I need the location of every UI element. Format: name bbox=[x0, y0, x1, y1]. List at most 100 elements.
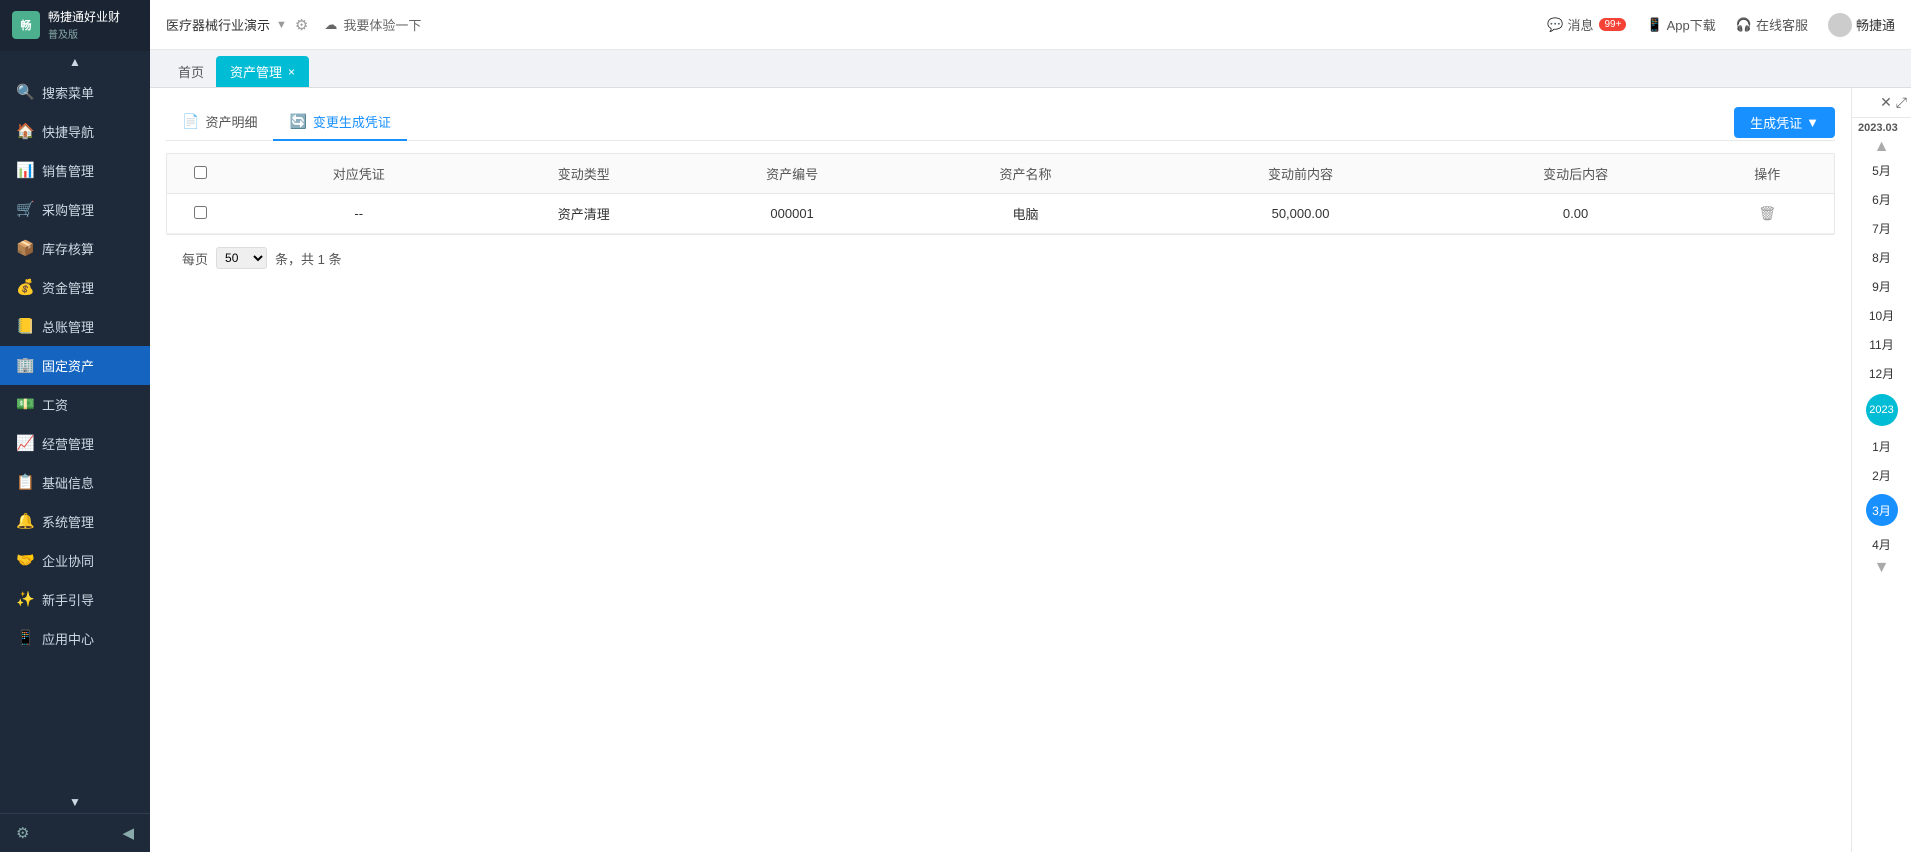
sidebar-item-cooperation[interactable]: 🤝 企业协同 bbox=[0, 541, 150, 580]
date-item-12[interactable]: 12月 bbox=[1852, 359, 1911, 388]
row-type: 资产清理 bbox=[484, 194, 684, 234]
main-area: 医疗器械行业演示 ▼ ⚙ ☁ 我要体验一下 💬 消息 99+ 📱 App下载 🎧… bbox=[150, 0, 1911, 852]
refresh-icon: 🔄 bbox=[289, 113, 306, 130]
date-item-9[interactable]: 9月 bbox=[1852, 272, 1911, 301]
table-header-before: 变动前内容 bbox=[1151, 154, 1451, 194]
table-header-type: 变动类型 bbox=[484, 154, 684, 194]
sidebar-item-salary[interactable]: 💵 工资 bbox=[0, 385, 150, 424]
sidebar-scroll-down[interactable]: ▼ bbox=[0, 791, 150, 813]
sidebar-item-sales[interactable]: 📊 销售管理 bbox=[0, 151, 150, 190]
date-item-5[interactable]: 5月 bbox=[1852, 156, 1911, 185]
sidebar-item-purchase[interactable]: 🛒 采购管理 bbox=[0, 190, 150, 229]
message-button[interactable]: 💬 消息 99+ bbox=[1547, 15, 1626, 34]
subtab-label: 资产明细 bbox=[205, 112, 257, 131]
right-panel-header: ✕ ⤢ bbox=[1852, 88, 1911, 118]
date-scroll-down[interactable]: ▼ bbox=[1852, 559, 1911, 577]
logo-subtitle: 普及版 bbox=[48, 26, 120, 41]
sidebar-item-label: 销售管理 bbox=[42, 161, 94, 180]
table-header-voucher: 对应凭证 bbox=[234, 154, 484, 194]
sidebar-item-label: 库存核算 bbox=[42, 239, 94, 258]
message-label: 消息 bbox=[1567, 15, 1593, 34]
sidebar-item-fixed-asset[interactable]: 🏢 固定资产 bbox=[0, 346, 150, 385]
headset-icon: 🎧 bbox=[1736, 17, 1752, 33]
generate-voucher-button[interactable]: 生成凭证 ▼ bbox=[1734, 107, 1835, 138]
user-info[interactable]: 畅捷通 bbox=[1828, 13, 1895, 37]
money-icon: 💰 bbox=[16, 278, 32, 296]
logo-title: 畅捷通好业财 bbox=[48, 10, 120, 26]
search-icon: 🔍 bbox=[16, 83, 32, 101]
sidebar-item-label: 经营管理 bbox=[42, 434, 94, 453]
sidebar-item-label: 搜索菜单 bbox=[42, 83, 94, 102]
date-item-7[interactable]: 7月 bbox=[1852, 214, 1911, 243]
subtabs-bar: 📄 资产明细 🔄 变更生成凭证 生成凭证 ▼ bbox=[166, 104, 1835, 141]
per-page-select[interactable]: 50 10 20 100 bbox=[216, 247, 267, 269]
delete-icon[interactable]: 🗑 bbox=[1758, 205, 1776, 221]
book-icon: 📒 bbox=[16, 317, 32, 335]
settings-icon[interactable]: ⚙ bbox=[16, 824, 29, 842]
date-item-6[interactable]: 6月 bbox=[1852, 185, 1911, 214]
topbar: 医疗器械行业演示 ▼ ⚙ ☁ 我要体验一下 💬 消息 99+ 📱 App下载 🎧… bbox=[150, 0, 1911, 50]
cart-icon: 🛒 bbox=[16, 200, 32, 218]
select-all-checkbox[interactable] bbox=[194, 166, 207, 179]
row-before-amount: 50,000.00 bbox=[1151, 194, 1451, 234]
home-icon: 🏠 bbox=[16, 122, 32, 140]
sparkle-icon: ✨ bbox=[16, 590, 32, 608]
app-download-button[interactable]: 📱 App下载 bbox=[1646, 15, 1715, 34]
month-label: 3月 bbox=[1872, 502, 1891, 519]
sidebar-item-shortcut[interactable]: 🏠 快捷导航 bbox=[0, 112, 150, 151]
experience-label: 我要体验一下 bbox=[343, 15, 421, 34]
row-checkbox[interactable] bbox=[194, 206, 207, 219]
service-button[interactable]: 🎧 在线客服 bbox=[1736, 15, 1808, 34]
content-wrapper: 📄 资产明细 🔄 变更生成凭证 生成凭证 ▼ bbox=[150, 88, 1911, 852]
company-selector[interactable]: 医疗器械行业演示 ▼ bbox=[166, 15, 287, 34]
sidebar-item-label: 总账管理 bbox=[42, 317, 94, 336]
sidebar-item-app-center[interactable]: 📱 应用中心 bbox=[0, 619, 150, 658]
avatar bbox=[1828, 13, 1852, 37]
tab-asset-management[interactable]: 资产管理 × bbox=[216, 56, 309, 87]
experience-button[interactable]: ☁ 我要体验一下 bbox=[324, 15, 421, 34]
sidebar-nav: 🔍 搜索菜单 🏠 快捷导航 📊 销售管理 🛒 采购管理 📦 库存核算 💰 资金管… bbox=[0, 73, 150, 791]
sidebar-item-inventory[interactable]: 📦 库存核算 bbox=[0, 229, 150, 268]
company-name: 医疗器械行业演示 bbox=[166, 15, 270, 34]
sidebar-scroll-up[interactable]: ▲ bbox=[0, 51, 150, 73]
expand-icon[interactable]: ⤢ bbox=[1896, 94, 1907, 111]
date-item-10[interactable]: 10月 bbox=[1852, 301, 1911, 330]
sidebar-item-label: 系统管理 bbox=[42, 512, 94, 531]
sidebar-item-search[interactable]: 🔍 搜索菜单 bbox=[0, 73, 150, 112]
table-header-checkbox bbox=[167, 154, 234, 194]
gear-icon[interactable]: ⚙ bbox=[295, 16, 308, 34]
document-icon: 📄 bbox=[182, 113, 199, 130]
sidebar-item-guide[interactable]: ✨ 新手引导 bbox=[0, 580, 150, 619]
subtab-asset-detail[interactable]: 📄 资产明细 bbox=[166, 104, 273, 141]
month-label: 1月 bbox=[1872, 438, 1891, 455]
tab-close-button[interactable]: × bbox=[288, 65, 295, 79]
close-icon[interactable]: ✕ bbox=[1880, 94, 1892, 111]
chart-icon: 📊 bbox=[16, 161, 32, 179]
date-scroll-up[interactable]: ▲ bbox=[1852, 138, 1911, 156]
date-item-2023-1[interactable]: 1月 bbox=[1852, 432, 1911, 461]
date-item-8[interactable]: 8月 bbox=[1852, 243, 1911, 272]
sidebar-item-label: 快捷导航 bbox=[42, 122, 94, 141]
sidebar-item-basic-info[interactable]: 📋 基础信息 bbox=[0, 463, 150, 502]
sidebar-item-management[interactable]: 📈 经营管理 bbox=[0, 424, 150, 463]
handshake-icon: 🤝 bbox=[16, 551, 32, 569]
year-label-2023[interactable]: 2023 bbox=[1866, 394, 1898, 426]
sidebar-item-fund[interactable]: 💰 资金管理 bbox=[0, 268, 150, 307]
sidebar-item-ledger[interactable]: 📒 总账管理 bbox=[0, 307, 150, 346]
table-header-action: 操作 bbox=[1701, 154, 1834, 194]
collapse-icon[interactable]: ◀ bbox=[122, 824, 134, 842]
date-item-11[interactable]: 11月 bbox=[1852, 330, 1911, 359]
tab-home[interactable]: 首页 bbox=[166, 56, 216, 87]
message-icon: 💬 bbox=[1547, 17, 1563, 33]
date-item-2023-2[interactable]: 2月 bbox=[1852, 461, 1911, 490]
subtab-generate-voucher[interactable]: 🔄 变更生成凭证 bbox=[273, 104, 406, 141]
month-label: 12月 bbox=[1869, 365, 1894, 382]
chevron-down-icon: ▼ bbox=[1806, 115, 1819, 130]
sidebar-item-label: 新手引导 bbox=[42, 590, 94, 609]
sidebar-item-system[interactable]: 🔔 系统管理 bbox=[0, 502, 150, 541]
sidebar-item-label: 资金管理 bbox=[42, 278, 94, 297]
bell-icon: 🔔 bbox=[16, 512, 32, 530]
date-item-2023-3-active[interactable]: 3月 bbox=[1866, 494, 1898, 526]
date-item-2023-4[interactable]: 4月 bbox=[1852, 530, 1911, 559]
table-header-code: 资产编号 bbox=[684, 154, 901, 194]
